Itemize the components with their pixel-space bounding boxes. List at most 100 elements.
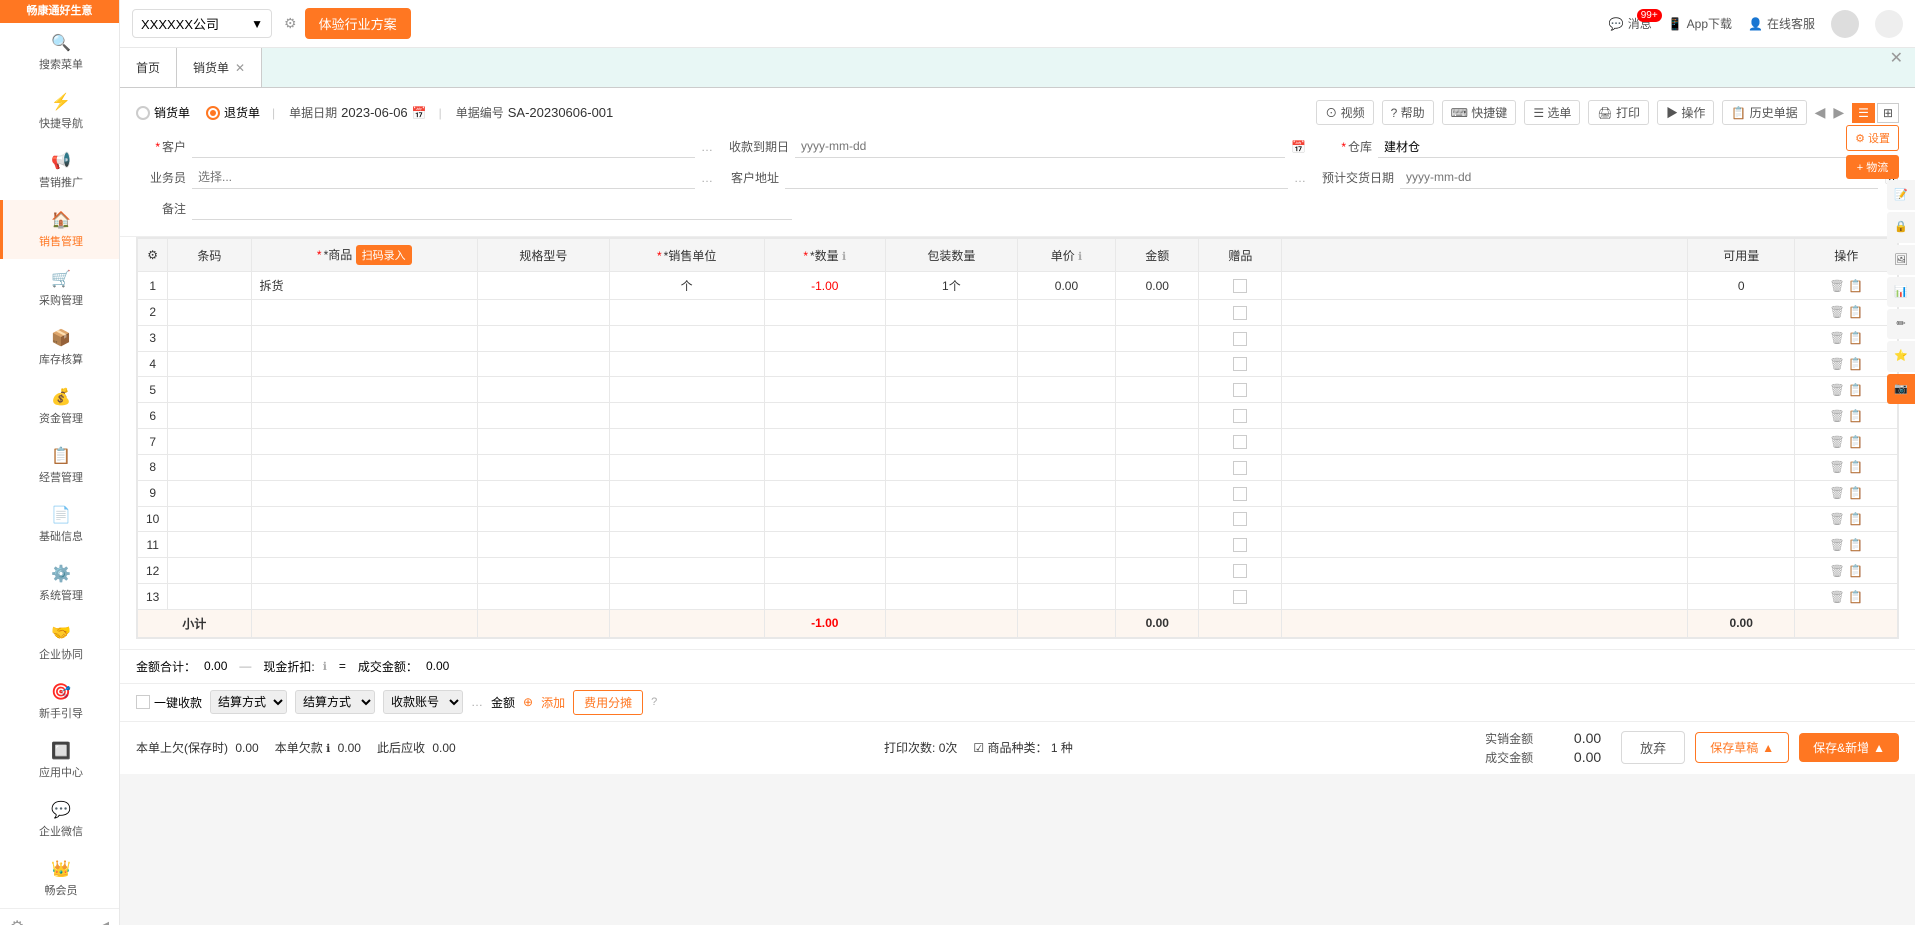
- gift-checkbox[interactable]: [1233, 357, 1247, 371]
- cell-unit[interactable]: 个: [609, 272, 764, 300]
- cell-product[interactable]: [251, 480, 477, 506]
- account-ellipsis[interactable]: …: [471, 695, 483, 709]
- gift-checkbox[interactable]: [1233, 487, 1247, 501]
- cell-spec[interactable]: [477, 272, 609, 300]
- sidebar-item-collab[interactable]: 🤝 企业协同: [0, 613, 119, 672]
- copy-row-icon[interactable]: 📋: [1848, 409, 1863, 423]
- online-service-button[interactable]: 👤 在线客服: [1748, 15, 1815, 32]
- gift-checkbox[interactable]: [1233, 564, 1247, 578]
- cell-spec[interactable]: [477, 454, 609, 480]
- cell-amount[interactable]: [1116, 506, 1199, 532]
- cell-pkg-qty[interactable]: [885, 480, 1017, 506]
- delete-row-icon[interactable]: 🗑: [1829, 512, 1844, 526]
- copy-row-icon[interactable]: 📋: [1848, 512, 1863, 526]
- print-btn[interactable]: 🖨 打印: [1588, 100, 1649, 125]
- copy-row-icon[interactable]: 📋: [1848, 383, 1863, 397]
- customer-input[interactable]: [192, 135, 695, 158]
- save-draft-button[interactable]: 保存草稿 ▲: [1695, 732, 1789, 763]
- cell-amount[interactable]: [1116, 377, 1199, 403]
- cell-spec[interactable]: [477, 325, 609, 351]
- cell-barcode[interactable]: [168, 325, 251, 351]
- setup-button[interactable]: ⚙ 设置: [1846, 125, 1899, 151]
- cell-spec[interactable]: [477, 351, 609, 377]
- tab-home[interactable]: 首页: [120, 48, 177, 87]
- delete-row-icon[interactable]: 🗑: [1829, 486, 1844, 500]
- cell-barcode[interactable]: [168, 429, 251, 455]
- cell-price[interactable]: [1017, 558, 1115, 584]
- sidebar-item-marketing[interactable]: 📢 营销推广: [0, 141, 119, 200]
- cell-gift[interactable]: [1199, 351, 1282, 377]
- due-date-input[interactable]: [795, 135, 1285, 158]
- cell-price[interactable]: [1017, 300, 1115, 326]
- customer-addr-input[interactable]: [785, 166, 1288, 189]
- cell-unit[interactable]: [609, 325, 764, 351]
- cell-spec[interactable]: [477, 480, 609, 506]
- rfp-note-icon[interactable]: 📝: [1887, 180, 1915, 210]
- cell-unit[interactable]: [609, 403, 764, 429]
- cell-pkg-qty[interactable]: [885, 351, 1017, 377]
- copy-row-icon[interactable]: 📋: [1848, 357, 1863, 371]
- cell-unit[interactable]: [609, 506, 764, 532]
- abandon-button[interactable]: 放弃: [1621, 731, 1685, 764]
- cell-qty[interactable]: [764, 325, 885, 351]
- cell-barcode[interactable]: [168, 584, 251, 610]
- delete-row-icon[interactable]: 🗑: [1829, 435, 1844, 449]
- cell-product[interactable]: [251, 403, 477, 429]
- next-record-icon[interactable]: ▶: [1833, 104, 1844, 121]
- one-click-payment-checkbox[interactable]: 一键收款: [136, 694, 202, 711]
- payment-account-select[interactable]: 收款账号: [383, 690, 463, 714]
- cell-unit[interactable]: [609, 454, 764, 480]
- gift-checkbox[interactable]: [1233, 279, 1247, 293]
- cell-qty[interactable]: [764, 480, 885, 506]
- gift-checkbox[interactable]: [1233, 306, 1247, 320]
- cell-gift[interactable]: [1199, 403, 1282, 429]
- gift-checkbox[interactable]: [1233, 512, 1247, 526]
- cell-gift[interactable]: [1199, 584, 1282, 610]
- cell-pkg-qty[interactable]: [885, 300, 1017, 326]
- due-date-cal-icon[interactable]: 📅: [1291, 140, 1306, 154]
- sidebar-item-sales[interactable]: 🏠 销售管理: [0, 200, 119, 259]
- payment-method-select[interactable]: 结算方式: [210, 690, 287, 714]
- grid-view-btn[interactable]: ⊞: [1877, 103, 1899, 123]
- cell-amount[interactable]: [1116, 300, 1199, 326]
- cell-price[interactable]: [1017, 377, 1115, 403]
- cell-spec[interactable]: [477, 377, 609, 403]
- cell-barcode[interactable]: [168, 558, 251, 584]
- cell-price[interactable]: [1017, 429, 1115, 455]
- list-view-btn[interactable]: ☰: [1852, 103, 1875, 123]
- cell-qty[interactable]: [764, 300, 885, 326]
- sidebar-item-basic[interactable]: 📄 基础信息: [0, 495, 119, 554]
- cell-qty[interactable]: [764, 506, 885, 532]
- gift-checkbox[interactable]: [1233, 409, 1247, 423]
- cell-unit[interactable]: [609, 377, 764, 403]
- cell-product[interactable]: 拆货: [251, 272, 477, 300]
- cell-product[interactable]: [251, 454, 477, 480]
- copy-row-icon[interactable]: 📋: [1848, 538, 1863, 552]
- cell-spec[interactable]: [477, 300, 609, 326]
- copy-row-icon[interactable]: 📋: [1848, 564, 1863, 578]
- cell-product[interactable]: [251, 300, 477, 326]
- warehouse-input[interactable]: [1378, 135, 1881, 158]
- sidebar-item-purchase[interactable]: 🛒 采购管理: [0, 259, 119, 318]
- header-gear-icon[interactable]: ⚙: [284, 15, 297, 32]
- cell-qty[interactable]: [764, 454, 885, 480]
- cell-spec[interactable]: [477, 584, 609, 610]
- cell-unit[interactable]: [609, 584, 764, 610]
- radio-return[interactable]: 退货单: [206, 104, 260, 121]
- select-order-btn[interactable]: ☰ 选单: [1524, 100, 1580, 125]
- salesperson-more-icon[interactable]: …: [701, 171, 713, 185]
- close-all-tab-icon[interactable]: ✕: [1890, 48, 1915, 87]
- delete-row-icon[interactable]: 🗑: [1829, 357, 1844, 371]
- message-button[interactable]: 💬 消息 99+: [1609, 15, 1652, 32]
- delete-row-icon[interactable]: 🗑: [1829, 590, 1844, 604]
- cell-gift[interactable]: [1199, 532, 1282, 558]
- cell-barcode[interactable]: [168, 532, 251, 558]
- rfp-edit-icon[interactable]: ✏: [1887, 309, 1915, 339]
- company-selector[interactable]: XXXXXX公司 ▼: [132, 9, 272, 38]
- delete-row-icon[interactable]: 🗑: [1829, 305, 1844, 319]
- cell-product[interactable]: [251, 584, 477, 610]
- add-payment-label[interactable]: 添加: [541, 694, 565, 711]
- gift-checkbox[interactable]: [1233, 590, 1247, 604]
- docnum-value[interactable]: SA-20230606-001: [508, 105, 614, 120]
- collapse-icon[interactable]: ◀: [97, 917, 109, 925]
